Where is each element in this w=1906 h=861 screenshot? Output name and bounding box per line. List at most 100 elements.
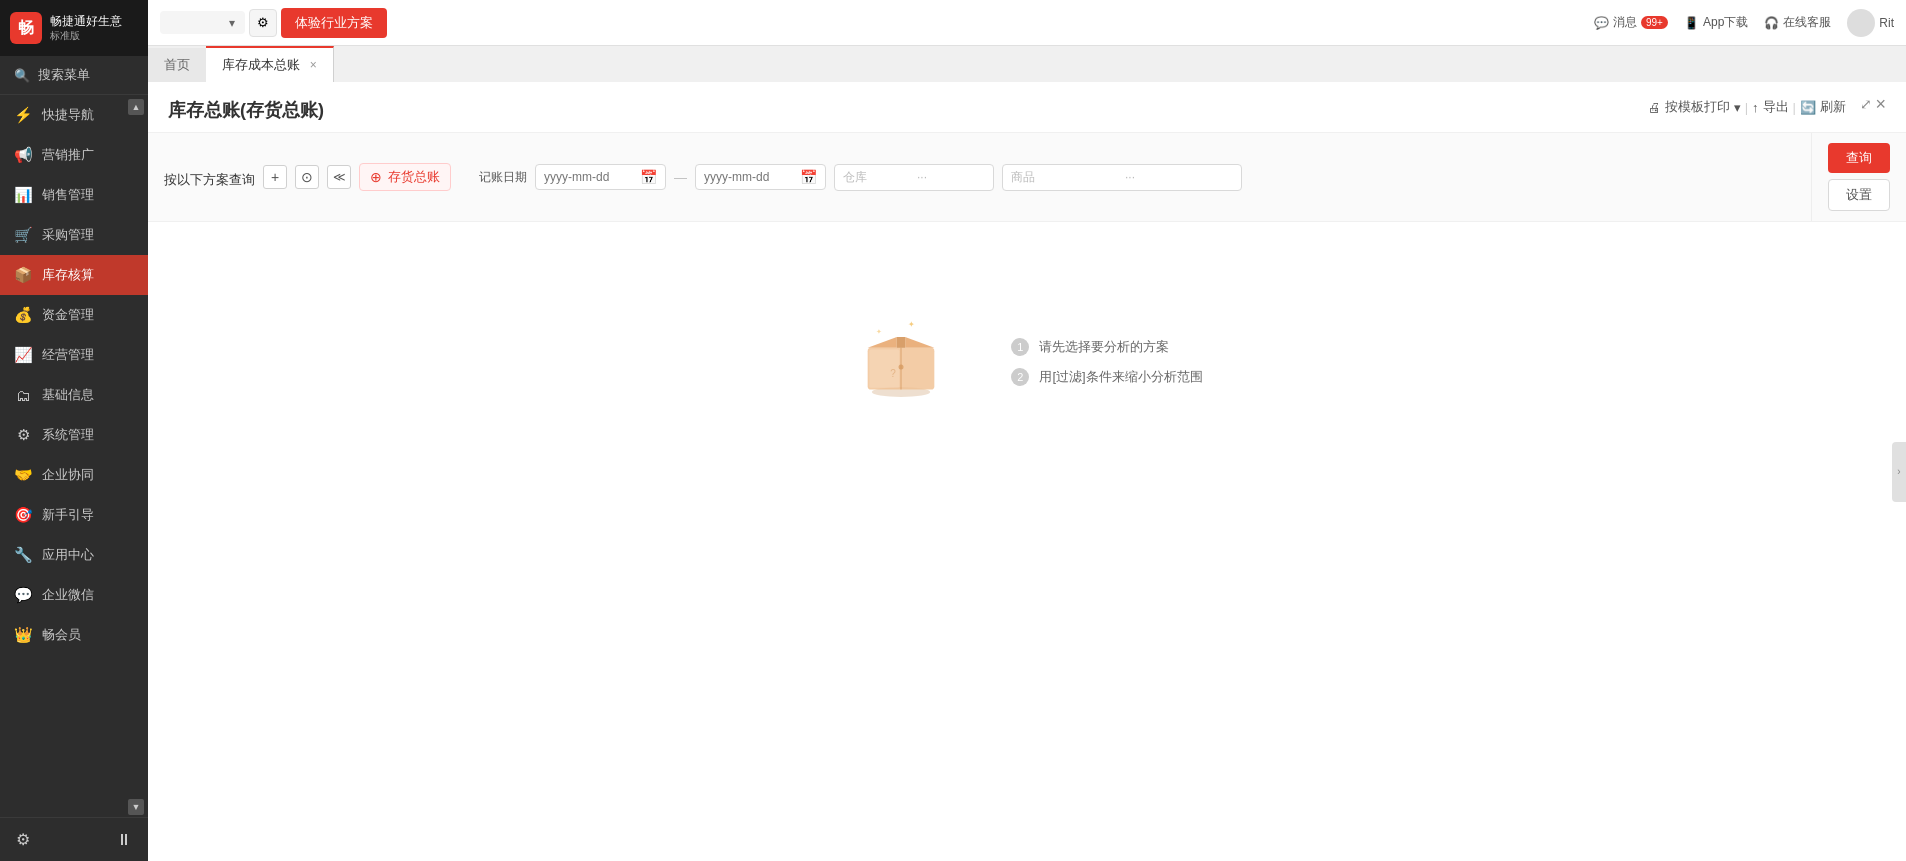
- printer-icon: 🖨: [1648, 100, 1661, 115]
- settings-icon[interactable]: ⚙: [16, 830, 30, 849]
- date-separator: —: [674, 170, 687, 185]
- sidebar-item-system[interactable]: ⚙ 系统管理: [0, 415, 148, 455]
- enterprise-icon: 🤝: [14, 466, 32, 484]
- gear-icon: ⚙: [257, 15, 269, 30]
- sidebar-scroll-up[interactable]: ▲: [128, 99, 144, 115]
- expand-icon[interactable]: ⤢: [1860, 96, 1872, 112]
- tab-inventory-ledger[interactable]: 库存成本总账 ×: [206, 46, 334, 82]
- sidebar: 畅 畅捷通好生意 标准版 🔍 搜索菜单 ▲ ⚡ 快捷导航 📢 营销推广 📊 销售…: [0, 0, 148, 861]
- tab-close-btn[interactable]: ×: [310, 58, 317, 72]
- operation-icon: 📈: [14, 346, 32, 364]
- sidebar-nav: ⚡ 快捷导航 📢 营销推广 📊 销售管理 🛒 采购管理 📦 库存核算 💰 资金管…: [0, 95, 148, 797]
- right-edge-expand-btn[interactable]: ›: [1892, 442, 1906, 502]
- filter-add-btn[interactable]: +: [263, 165, 287, 189]
- empty-tips: 1 请先选择要分析的方案 2 用[过滤]条件来缩小分析范围: [1011, 338, 1202, 386]
- export-icon: ↑: [1752, 100, 1759, 115]
- app-logo-text: 畅捷通好生意 标准版: [50, 14, 122, 43]
- filter-collapse-btn[interactable]: ≪: [327, 165, 351, 189]
- sidebar-item-guide[interactable]: 🎯 新手引导: [0, 495, 148, 535]
- product-selector[interactable]: 商品 ···: [1002, 164, 1242, 191]
- product-more-icon: ···: [1125, 170, 1233, 184]
- message-icon: 💬: [1594, 16, 1609, 30]
- sidebar-item-basic-info[interactable]: 🗂 基础信息: [0, 375, 148, 415]
- page-header: 库存总账(存货总账) 🖨 按模板打印 ▾ | ↑ 导出 | 🔄 刷新 ×: [148, 82, 1906, 133]
- scheme-icon: ⊕: [370, 169, 382, 185]
- user-name: Rit: [1879, 16, 1894, 30]
- app-download-btn[interactable]: 📱 App下载: [1684, 14, 1748, 31]
- online-service-btn[interactable]: 🎧 在线客服: [1764, 14, 1831, 31]
- purchase-icon: 🛒: [14, 226, 32, 244]
- export-btn[interactable]: ↑ 导出: [1752, 98, 1789, 116]
- quick-nav-icon: ⚡: [14, 106, 32, 124]
- sidebar-item-quick-nav[interactable]: ⚡ 快捷导航: [0, 95, 148, 135]
- date-label: 记账日期: [479, 169, 527, 186]
- basic-info-icon: 🗂: [14, 387, 32, 404]
- sidebar-item-operation[interactable]: 📈 经营管理: [0, 335, 148, 375]
- app-logo-icon: 畅: [10, 12, 42, 44]
- topbar-nav[interactable]: ▾: [160, 11, 245, 34]
- calendar-end-icon[interactable]: 📅: [800, 169, 817, 185]
- filter-bar: 按以下方案查询 + ⊙ ≪ ⊕ 存货总账 记账日期 📅 —: [148, 133, 1906, 222]
- sidebar-item-sales[interactable]: 📊 销售管理: [0, 175, 148, 215]
- date-end-input[interactable]: [704, 170, 794, 184]
- message-btn[interactable]: 💬 消息 99+: [1594, 14, 1668, 31]
- tip-item-2: 2 用[过滤]条件来缩小分析范围: [1011, 368, 1202, 386]
- sidebar-item-inventory[interactable]: 📦 库存核算: [0, 255, 148, 295]
- sidebar-logo: 畅 畅捷通好生意 标准版: [0, 0, 148, 56]
- topbar: ▾ ⚙ 体验行业方案 💬 消息 99+ 📱 App下载 🎧 在线客服: [148, 0, 1906, 46]
- sidebar-item-wecom[interactable]: 💬 企业微信: [0, 575, 148, 615]
- tab-home[interactable]: 首页: [148, 48, 206, 82]
- speaker-icon[interactable]: ⏸: [116, 831, 132, 849]
- empty-box-icon: ? ✦ ✦: [851, 302, 951, 402]
- filter-label: 按以下方案查询: [164, 165, 255, 189]
- filter-scheme-item[interactable]: ⊕ 存货总账: [359, 163, 451, 191]
- tip-num-1: 1: [1011, 338, 1029, 356]
- settings-btn[interactable]: 设置: [1828, 179, 1890, 211]
- sidebar-item-purchase[interactable]: 🛒 采购管理: [0, 215, 148, 255]
- refresh-btn[interactable]: 🔄 刷新: [1800, 98, 1846, 116]
- sidebar-bottom: ⚙ ⏸: [0, 817, 148, 861]
- warehouse-selector[interactable]: 仓库 ···: [834, 164, 994, 191]
- main-area: ▾ ⚙ 体验行业方案 💬 消息 99+ 📱 App下载 🎧 在线客服: [148, 0, 1906, 861]
- print-btn[interactable]: 🖨 按模板打印 ▾: [1648, 98, 1741, 116]
- calendar-start-icon[interactable]: 📅: [640, 169, 657, 185]
- filter-action-btns: 查询 设置: [1811, 133, 1906, 221]
- sidebar-item-enterprise[interactable]: 🤝 企业协同: [0, 455, 148, 495]
- date-start-input[interactable]: [544, 170, 634, 184]
- sidebar-scroll-down[interactable]: ▼: [128, 799, 144, 815]
- date-end-picker[interactable]: 📅: [695, 164, 826, 190]
- sales-icon: 📊: [14, 186, 32, 204]
- close-panel-btn[interactable]: ×: [1875, 94, 1886, 115]
- query-btn[interactable]: 查询: [1828, 143, 1890, 173]
- svg-rect-2: [897, 337, 905, 348]
- user-avatar-area[interactable]: Rit: [1847, 9, 1894, 37]
- date-field-group: 记账日期 📅 — 📅: [479, 164, 826, 190]
- message-badge: 99+: [1641, 16, 1668, 29]
- empty-icon-container: ? ✦ ✦: [851, 302, 971, 422]
- date-start-picker[interactable]: 📅: [535, 164, 666, 190]
- svg-text:?: ?: [891, 368, 897, 379]
- industry-btn[interactable]: 体验行业方案: [281, 8, 387, 38]
- sidebar-item-marketing[interactable]: 📢 营销推广: [0, 135, 148, 175]
- search-icon: 🔍: [14, 68, 30, 83]
- empty-state: ? ✦ ✦ 1 请先选择要分析的方案 2 用[过滤]条件来缩小分析范围: [148, 222, 1906, 502]
- filter-circle-btn[interactable]: ⊙: [295, 165, 319, 189]
- mobile-icon: 📱: [1684, 16, 1699, 30]
- sidebar-item-app-center[interactable]: 🔧 应用中心: [0, 535, 148, 575]
- topbar-right: 💬 消息 99+ 📱 App下载 🎧 在线客服 Rit: [1594, 9, 1894, 37]
- marketing-icon: 📢: [14, 146, 32, 164]
- svg-point-5: [899, 365, 904, 370]
- refresh-icon: 🔄: [1800, 100, 1816, 115]
- svg-text:✦: ✦: [876, 328, 882, 335]
- tip-item-1: 1 请先选择要分析的方案: [1011, 338, 1202, 356]
- filter-inner: 按以下方案查询 + ⊙ ≪ ⊕ 存货总账 记账日期 📅 —: [148, 133, 1811, 221]
- sidebar-item-finance[interactable]: 💰 资金管理: [0, 295, 148, 335]
- nav-dropdown-icon: ▾: [229, 16, 235, 30]
- topbar-breadcrumb: ▾ ⚙ 体验行业方案: [160, 8, 1586, 38]
- topbar-settings-btn[interactable]: ⚙: [249, 9, 277, 37]
- sidebar-search[interactable]: 🔍 搜索菜单: [0, 56, 148, 95]
- sidebar-item-member[interactable]: 👑 畅会员: [0, 615, 148, 655]
- nav-placeholder: [170, 15, 225, 30]
- system-icon: ⚙: [14, 426, 32, 444]
- guide-icon: 🎯: [14, 506, 32, 524]
